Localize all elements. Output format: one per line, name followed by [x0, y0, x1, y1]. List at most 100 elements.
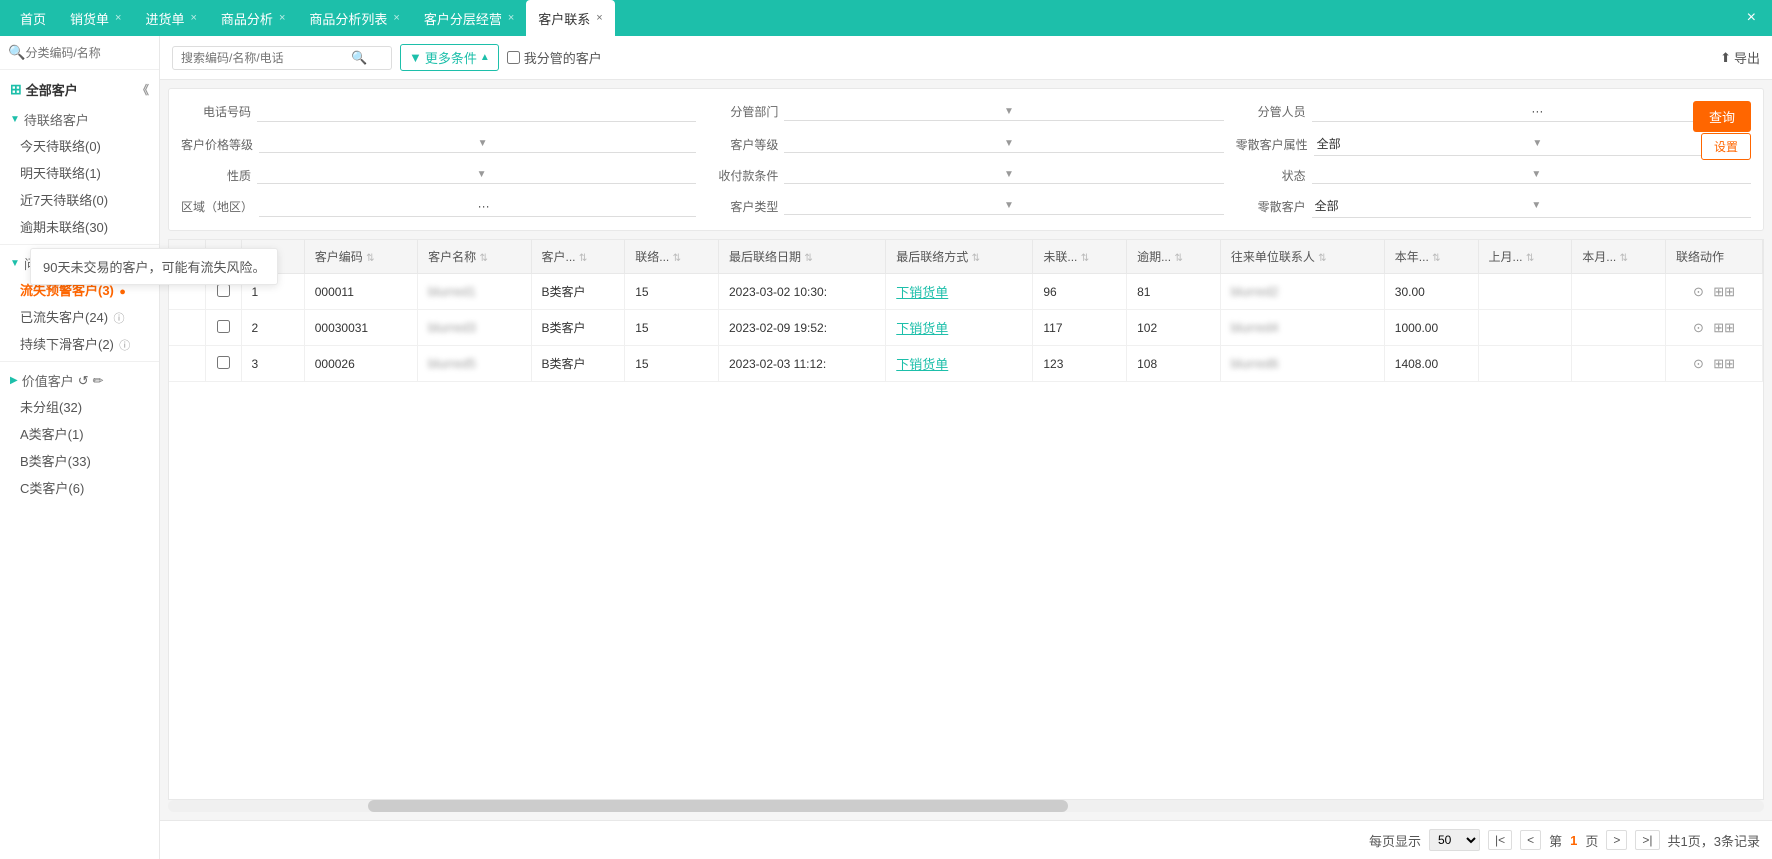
phone-input[interactable]	[257, 101, 696, 122]
col-this-year[interactable]: 本年... ⇅	[1384, 240, 1478, 274]
close-tab-sales[interactable]: ×	[115, 12, 121, 24]
tab-customer-layered[interactable]: 客户分层经营 ×	[412, 0, 526, 36]
last-method-link[interactable]: 下销货单	[896, 285, 948, 300]
row-this-month	[1572, 274, 1666, 310]
col-name[interactable]: 客户名称 ⇅	[418, 240, 531, 274]
more-conditions-button[interactable]: ▼ 更多条件 ▲	[400, 44, 499, 71]
sidebar-group-pending[interactable]: ▼ 待联络客户	[0, 105, 159, 132]
last-method-link[interactable]: 下销货单	[896, 321, 948, 336]
sidebar-collapse-icon: 《	[137, 81, 149, 98]
sidebar-item-declining[interactable]: 持续下滑客户(2) ⓘ	[0, 330, 159, 357]
col-overdue[interactable]: 逾期... ⇅	[1127, 240, 1221, 274]
sidebar-item-churned[interactable]: 已流失客户(24) ⓘ	[0, 303, 159, 330]
grade-select[interactable]: ▼	[784, 135, 1223, 153]
action-icon-2[interactable]: ⊞⊞	[1713, 284, 1735, 299]
dept-select[interactable]: ▼	[784, 103, 1223, 121]
col-this-month[interactable]: 本月... ⇅	[1572, 240, 1666, 274]
sidebar-item-ungrouped[interactable]: 未分组(32)	[0, 393, 159, 420]
sidebar-all-customers[interactable]: ⊞ 全部客户 《	[0, 74, 159, 105]
col-unit-contact[interactable]: 往来单位联系人 ⇅	[1220, 240, 1384, 274]
tab-home[interactable]: 首页	[8, 0, 58, 36]
search-input[interactable]	[181, 51, 351, 65]
sidebar-search-input[interactable]	[25, 46, 160, 60]
first-page-button[interactable]: |<	[1488, 830, 1512, 850]
col-type[interactable]: 客户... ⇅	[531, 240, 625, 274]
status-select[interactable]: ▼	[1312, 166, 1751, 184]
price-grade-select[interactable]: ▼	[259, 135, 696, 153]
prev-page-button[interactable]: <	[1520, 830, 1541, 850]
row-action[interactable]: ⊙ ⊞⊞	[1665, 274, 1762, 310]
chevron-up-icon: ▲	[480, 52, 490, 63]
close-tab-customer-contact[interactable]: ×	[596, 12, 602, 24]
last-method-link[interactable]: 下销货单	[896, 357, 948, 372]
customer-type-select[interactable]: ▼	[784, 197, 1223, 215]
sidebar-item-class-b[interactable]: B类客户(33)	[0, 447, 159, 474]
close-app-button[interactable]: ×	[1739, 9, 1764, 27]
row-action[interactable]: ⊙ ⊞⊞	[1665, 346, 1762, 382]
person-select[interactable]: ···	[1312, 101, 1751, 122]
tab-product-analysis[interactable]: 商品分析 ×	[209, 0, 297, 36]
my-customers-checkbox[interactable]	[507, 51, 520, 64]
refresh-icon[interactable]: ↺	[78, 373, 89, 389]
action-icon-2[interactable]: ⊞⊞	[1713, 320, 1735, 335]
sidebar-item-today[interactable]: 今天待联络(0)	[0, 132, 159, 159]
zero-customer-select[interactable]: 全部 ▼	[1312, 194, 1751, 218]
close-tab-customer-layered[interactable]: ×	[508, 12, 514, 24]
action-icon-1[interactable]: ⊙	[1693, 284, 1704, 299]
row-this-year: 1408.00	[1384, 346, 1478, 382]
action-icon-1[interactable]: ⊙	[1693, 320, 1704, 335]
scrollbar-thumb[interactable]	[368, 800, 1068, 812]
sidebar-item-class-c[interactable]: C类客户(6)	[0, 474, 159, 501]
export-button[interactable]: ⬆ 导出	[1720, 48, 1760, 67]
close-tab-purchase[interactable]: ×	[190, 12, 196, 24]
edit-icon[interactable]: ✏	[93, 373, 104, 389]
row-checkbox[interactable]	[217, 284, 230, 297]
close-tab-product-analysis[interactable]: ×	[279, 12, 285, 24]
next-page-button[interactable]: >	[1606, 830, 1627, 850]
zero-attr-select[interactable]: 全部 ▼	[1314, 132, 1751, 156]
sidebar-item-overdue[interactable]: 逾期未联络(30)	[0, 213, 159, 240]
row-checkbox-cell[interactable]	[205, 310, 241, 346]
region-more-icon[interactable]: ···	[474, 199, 694, 213]
col-code[interactable]: 客户编码 ⇅	[304, 240, 417, 274]
row-last-method[interactable]: 下销货单	[886, 274, 1033, 310]
tab-purchase[interactable]: 进货单 ×	[133, 0, 208, 36]
action-icon-1[interactable]: ⊙	[1693, 356, 1704, 371]
sidebar-item-7days[interactable]: 近7天待联络(0)	[0, 186, 159, 213]
sidebar-item-tomorrow[interactable]: 明天待联络(1)	[0, 159, 159, 186]
col-last-date[interactable]: 最后联络日期 ⇅	[718, 240, 885, 274]
last-page-button[interactable]: >|	[1635, 830, 1659, 850]
row-contact: 15	[625, 346, 719, 382]
row-checkbox[interactable]	[217, 356, 230, 369]
payment-select[interactable]: ▼	[784, 166, 1223, 184]
search-icon[interactable]: 🔍	[351, 50, 367, 66]
row-checkbox-cell[interactable]	[205, 346, 241, 382]
action-icon-2[interactable]: ⊞⊞	[1713, 356, 1735, 371]
per-page-select[interactable]: 50 20 100	[1429, 829, 1480, 851]
row-action[interactable]: ⊙ ⊞⊞	[1665, 310, 1762, 346]
sidebar-group-value[interactable]: ▶ 价值客户 ↺ ✏	[0, 366, 159, 393]
row-last-method[interactable]: 下销货单	[886, 310, 1033, 346]
horizontal-scrollbar[interactable]	[168, 800, 1764, 812]
row-last-method[interactable]: 下销货单	[886, 346, 1033, 382]
tab-sales[interactable]: 销货单 ×	[58, 0, 133, 36]
col-last-method[interactable]: 最后联络方式 ⇅	[886, 240, 1033, 274]
tab-customer-contact[interactable]: 客户联系 ×	[526, 0, 614, 36]
sidebar-item-class-a[interactable]: A类客户(1)	[0, 420, 159, 447]
region-select[interactable]: ···	[259, 196, 696, 217]
tab-product-list[interactable]: 商品分析列表 ×	[297, 0, 411, 36]
toolbar: 🔍 ▼ 更多条件 ▲ 我分管的客户 ⬆ 导出	[160, 36, 1772, 80]
close-tab-product-list[interactable]: ×	[393, 12, 399, 24]
my-customers-checkbox-label[interactable]: 我分管的客户	[507, 48, 602, 67]
col-action: 联络动作	[1665, 240, 1762, 274]
row-checkbox[interactable]	[217, 320, 230, 333]
search-box[interactable]: 🔍	[172, 46, 392, 70]
nature-select[interactable]: ▼	[257, 166, 696, 184]
sidebar-search-box[interactable]: 🔍	[0, 36, 159, 70]
query-button[interactable]: 查询	[1693, 101, 1751, 132]
row-last-month	[1478, 310, 1572, 346]
settings-button[interactable]: 设置	[1701, 133, 1751, 160]
col-last-month[interactable]: 上月... ⇅	[1478, 240, 1572, 274]
col-not-contacted[interactable]: 未联... ⇅	[1033, 240, 1127, 274]
col-contact[interactable]: 联络... ⇅	[625, 240, 719, 274]
